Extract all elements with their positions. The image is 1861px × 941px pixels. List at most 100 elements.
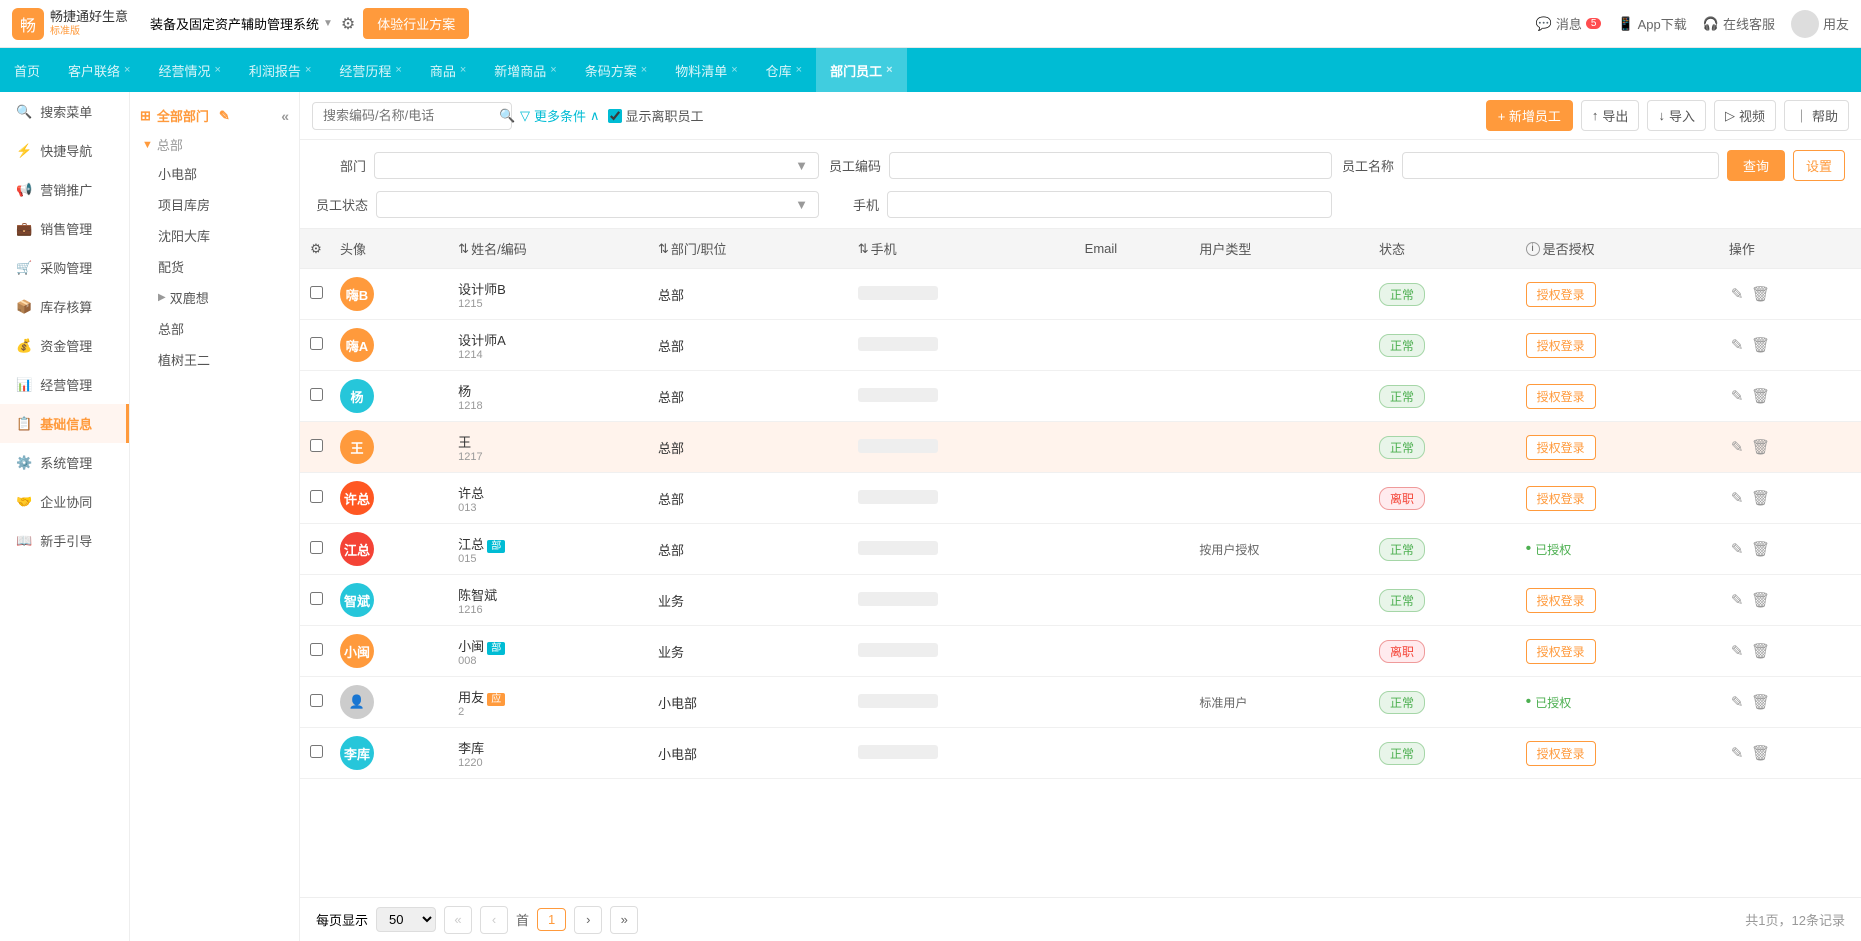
tab-customer[interactable]: 客户联络 × (54, 48, 144, 92)
app-download-btn[interactable]: 📱 App下载 (1617, 14, 1686, 33)
online-service-btn[interactable]: 🎧 在线客服 (1703, 14, 1775, 33)
edit-icon[interactable]: ✎ (1731, 388, 1744, 405)
td-checkbox[interactable] (300, 320, 332, 371)
th-phone[interactable]: ⇅ 手机 (850, 229, 1077, 269)
delete-icon[interactable]: 🗑 (1751, 388, 1770, 405)
td-checkbox[interactable] (300, 524, 332, 575)
auth-btn[interactable]: 授权登录 (1526, 333, 1596, 358)
delete-icon[interactable]: 🗑 (1751, 643, 1770, 660)
edit-icon[interactable]: ✎ (1731, 337, 1744, 354)
dept-collapse-btn[interactable]: « (281, 108, 289, 124)
row-checkbox[interactable] (310, 643, 323, 656)
auth-btn[interactable]: 授权登录 (1526, 486, 1596, 511)
close-icon[interactable]: × (550, 64, 556, 76)
close-icon[interactable]: × (214, 64, 220, 76)
auth-btn[interactable]: 授权登录 (1526, 741, 1596, 766)
td-checkbox[interactable] (300, 473, 332, 524)
sidebar-item-marketing[interactable]: 📢 营销推广 (0, 170, 129, 209)
dept-item-shenyang[interactable]: 沈阳大库 (130, 220, 299, 251)
sidebar-item-guide[interactable]: 📖 新手引导 (0, 521, 129, 560)
row-checkbox[interactable] (310, 337, 323, 350)
delete-icon[interactable]: 🗑 (1751, 592, 1770, 609)
edit-icon[interactable]: ✎ (1731, 439, 1744, 456)
sidebar-item-bizmanage[interactable]: 📊 经营管理 (0, 365, 129, 404)
search-button[interactable]: 查询 (1727, 150, 1785, 181)
td-checkbox[interactable] (300, 728, 332, 779)
empcode-input[interactable] (889, 152, 1332, 179)
help-button[interactable]: ｜ 帮助 (1784, 100, 1849, 131)
row-checkbox[interactable] (310, 745, 323, 758)
edit-icon[interactable]: ✎ (1731, 490, 1744, 507)
delete-icon[interactable]: 🗑 (1751, 337, 1770, 354)
import-button[interactable]: ↓ 导入 (1647, 100, 1706, 131)
tab-operation[interactable]: 经营情况 × (144, 48, 234, 92)
setting-button[interactable]: 设置 (1793, 150, 1845, 181)
close-icon[interactable]: × (731, 64, 737, 76)
delete-icon[interactable]: 🗑 (1751, 694, 1770, 711)
close-icon[interactable]: × (641, 64, 647, 76)
tab-dept-employee[interactable]: 部门员工 × (816, 48, 906, 92)
row-checkbox[interactable] (310, 694, 323, 707)
close-icon[interactable]: × (305, 64, 311, 76)
sidebar-item-search[interactable]: 🔍 搜索菜单 (0, 92, 129, 131)
empname-input[interactable] (1402, 152, 1719, 179)
edit-icon[interactable]: ✎ (1731, 286, 1744, 303)
delete-icon[interactable]: 🗑 (1751, 286, 1770, 303)
delete-icon[interactable]: 🗑 (1751, 439, 1770, 456)
close-icon[interactable]: × (124, 64, 130, 76)
prev-page-btn[interactable]: ‹ (480, 906, 508, 934)
auth-btn[interactable]: 授权登录 (1526, 639, 1596, 664)
dept-item-zhishu[interactable]: 植树王二 (130, 344, 299, 375)
auth-btn[interactable]: 授权登录 (1526, 435, 1596, 460)
view-button[interactable]: ▷ 视频 (1714, 100, 1776, 131)
edit-icon[interactable]: ✎ (1731, 745, 1744, 762)
auth-btn[interactable]: 授权登录 (1526, 384, 1596, 409)
close-icon[interactable]: × (395, 64, 401, 76)
sidebar-item-collab[interactable]: 🤝 企业协同 (0, 482, 129, 521)
resigned-checkbox[interactable] (608, 109, 622, 123)
row-checkbox[interactable] (310, 490, 323, 503)
th-name[interactable]: ⇅ 姓名/编码 (450, 229, 650, 269)
empname-field[interactable] (1413, 158, 1708, 173)
sidebar-item-basic[interactable]: 📋 基础信息 (0, 404, 129, 443)
phone-input[interactable] (887, 191, 1332, 218)
dept-item-peihuo[interactable]: 配货 (130, 251, 299, 282)
th-dept[interactable]: ⇅ 部门/职位 (650, 229, 850, 269)
edit-icon[interactable]: ✎ (1731, 541, 1744, 558)
phone-field[interactable] (898, 197, 1321, 212)
tab-profit[interactable]: 利润报告 × (235, 48, 325, 92)
row-checkbox[interactable] (310, 388, 323, 401)
tab-warehouse[interactable]: 仓库 × (752, 48, 816, 92)
last-page-btn[interactable]: » (610, 906, 638, 934)
td-checkbox[interactable] (300, 677, 332, 728)
dept-select[interactable]: ▼ (374, 152, 819, 179)
tab-home[interactable]: 首页 (0, 48, 54, 92)
dept-item-shuanglu[interactable]: ▶双鹿想 (130, 282, 299, 313)
delete-icon[interactable]: 🗑 (1751, 490, 1770, 507)
dept-item-xiaodian[interactable]: 小电部 (130, 158, 299, 189)
delete-icon[interactable]: 🗑 (1751, 745, 1770, 762)
search-input[interactable] (323, 108, 493, 123)
row-checkbox[interactable] (310, 592, 323, 605)
empcode-field[interactable] (900, 158, 1321, 173)
auth-btn[interactable]: 授权登录 (1526, 282, 1596, 307)
more-filter-btn[interactable]: ▽ 更多条件 ∧ (520, 106, 600, 125)
search-input-wrapper[interactable]: 🔍 (312, 102, 512, 130)
edit-icon[interactable]: ✎ (1731, 694, 1744, 711)
row-checkbox[interactable] (310, 286, 323, 299)
close-icon[interactable]: × (796, 64, 802, 76)
row-checkbox[interactable] (310, 541, 323, 554)
delete-icon[interactable]: 🗑 (1751, 541, 1770, 558)
td-checkbox[interactable] (300, 371, 332, 422)
dept-edit-icon[interactable]: ✎ (219, 108, 230, 124)
sidebar-item-inventory[interactable]: 📦 库存核算 (0, 287, 129, 326)
auth-btn[interactable]: 授权登录 (1526, 588, 1596, 613)
per-page-select[interactable]: 50 100 (376, 907, 436, 932)
status-select[interactable]: ▼ (376, 191, 819, 218)
tab-bom[interactable]: 物料清单 × (661, 48, 751, 92)
first-page-btn[interactable]: « (444, 906, 472, 934)
edit-icon[interactable]: ✎ (1731, 592, 1744, 609)
sidebar-item-finance[interactable]: 💰 资金管理 (0, 326, 129, 365)
close-icon[interactable]: × (886, 64, 892, 76)
row-checkbox[interactable] (310, 439, 323, 452)
